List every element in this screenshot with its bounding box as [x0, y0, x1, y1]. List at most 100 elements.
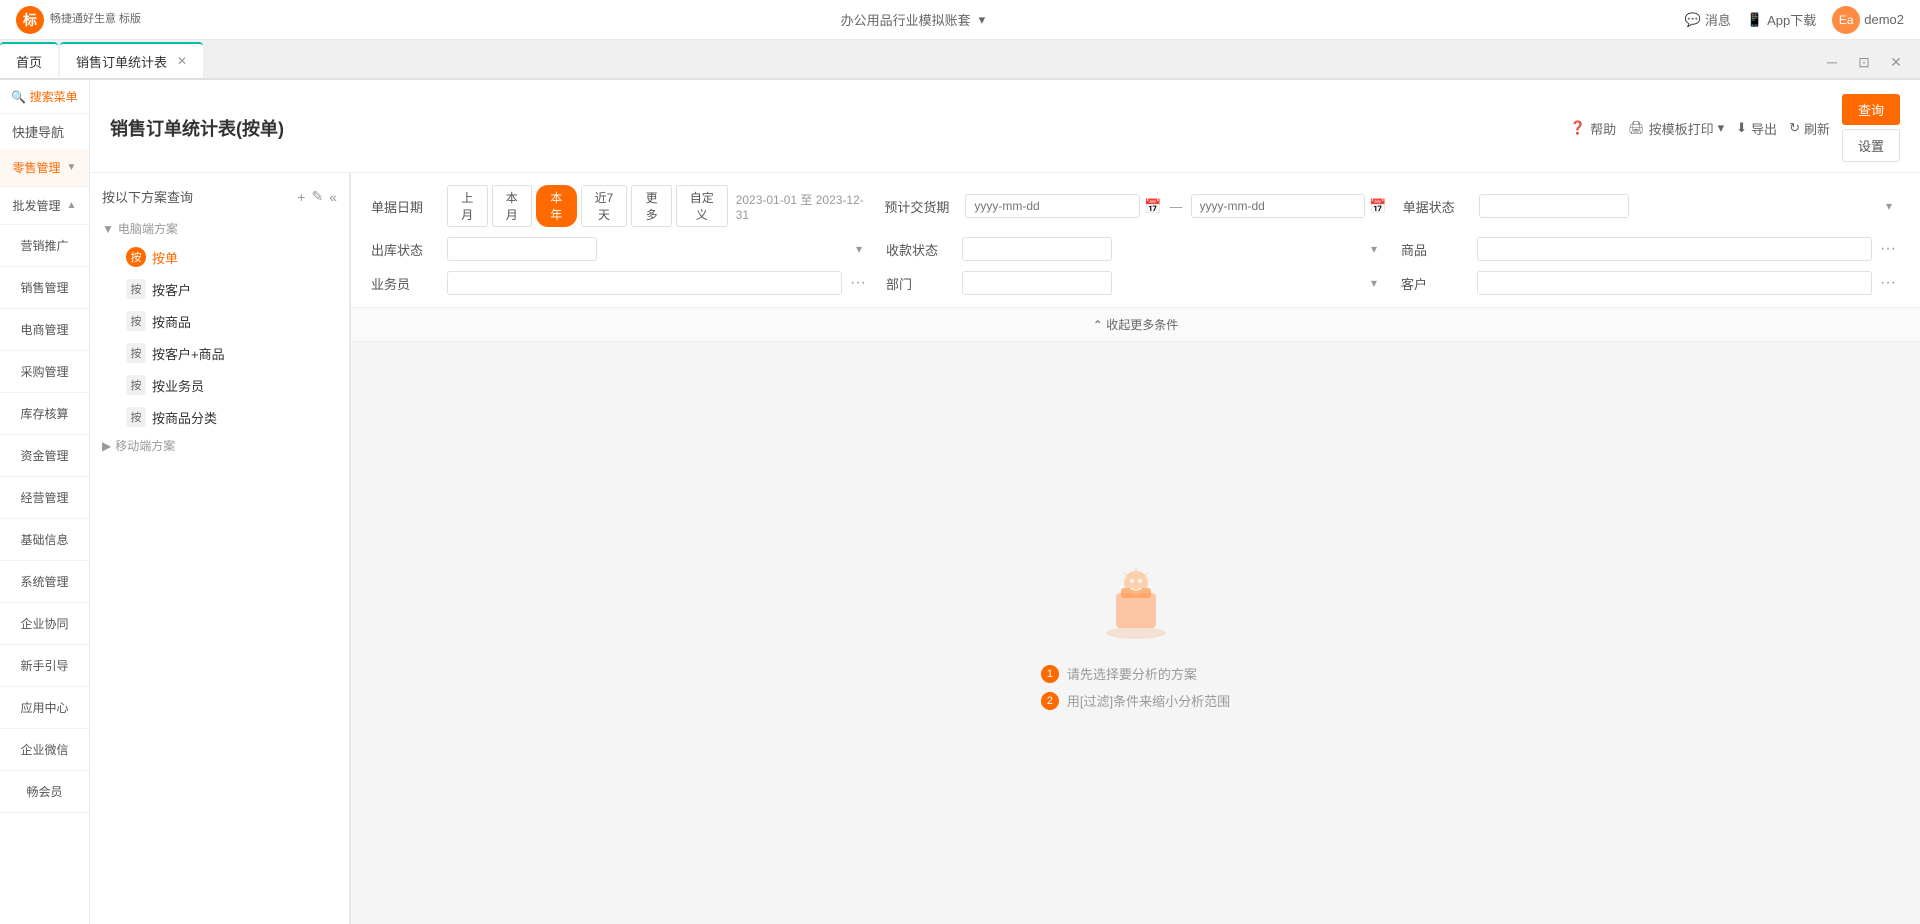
sidebar-item-wholesale[interactable]: 批发管理 ▲ — [0, 187, 89, 225]
calendar-end-icon[interactable]: 📅 — [1369, 198, 1386, 215]
goods-input[interactable] — [1477, 237, 1872, 261]
help-button[interactable]: ❓ 帮助 — [1570, 119, 1616, 138]
user-name: demo2 — [1864, 12, 1904, 27]
message-label: 消息 — [1705, 10, 1731, 29]
sidebar-newbie-label: 新手引导 — [20, 657, 68, 674]
date-button-group: 上月 本月 本年 近7天 更多 自定义 2023-01-01 至 2023-12… — [447, 185, 868, 227]
scheme-by-order-icon: 按 — [126, 247, 146, 267]
collapse-bar[interactable]: ⌃ 收起更多条件 — [351, 308, 1920, 342]
sidebar-retail-arrow: ▼ — [67, 162, 77, 173]
scheme-by-customer[interactable]: 按 按客户 — [114, 273, 349, 305]
scheme-by-customer-goods-label: 按客户+商品 — [152, 344, 225, 363]
date-btn-this-month[interactable]: 本月 — [492, 185, 533, 227]
salesperson-more-icon[interactable]: ··· — [846, 274, 870, 292]
date-btn-more[interactable]: 更多 — [631, 185, 672, 227]
query-button[interactable]: 查询 — [1842, 94, 1900, 125]
calendar-start-icon[interactable]: 📅 — [1144, 198, 1161, 215]
sidebar-item-corp-wechat[interactable]: 企业微信 — [0, 729, 89, 771]
empty-illustration — [1086, 548, 1186, 648]
document-status-label: 单据状态 — [1403, 197, 1463, 216]
sidebar-item-sales[interactable]: 销售管理 — [0, 267, 89, 309]
tab-sales-order-stats[interactable]: 销售订单统计表 ✕ — [60, 42, 203, 78]
scheme-by-goods-category[interactable]: 按 按商品分类 — [114, 401, 349, 433]
document-status-select-wrapper — [1479, 194, 1900, 218]
document-status-select[interactable] — [1479, 194, 1629, 218]
refresh-button[interactable]: ↻ 刷新 — [1789, 119, 1830, 138]
export-button[interactable]: ⬇ 导出 — [1736, 119, 1777, 138]
expected-delivery-start-input[interactable] — [965, 194, 1140, 218]
date-btn-this-year[interactable]: 本年 — [536, 185, 577, 227]
date-range-text: 2023-01-01 至 2023-12-31 — [736, 191, 869, 222]
message-button[interactable]: 💬 消息 — [1685, 10, 1731, 29]
goods-label: 商品 — [1401, 240, 1461, 259]
app-download-button[interactable]: 📱 App下载 — [1747, 10, 1816, 29]
edit-scheme-icon[interactable]: ✎ — [311, 188, 323, 205]
top-bar-center[interactable]: 办公用品行业模拟账套 ▾ — [841, 10, 986, 29]
delivery-status-label: 出库状态 — [371, 240, 431, 259]
scheme-by-order[interactable]: 按 按单 — [114, 241, 349, 273]
refresh-icon: ↻ — [1789, 120, 1800, 136]
expected-delivery-group: 📅 — 📅 — [965, 194, 1386, 218]
empty-steps: 1 请先选择要分析的方案 2 用[过滤]条件来缩小分析范围 — [1041, 664, 1230, 718]
collapse-panel-icon[interactable]: « — [329, 189, 337, 205]
goods-more-icon[interactable]: ··· — [1876, 240, 1900, 258]
sidebar-corp-wechat-label: 企业微信 — [20, 741, 68, 758]
filter-panel: 单据日期 上月 本月 本年 近7天 更多 自定义 2023-01-01 至 20… — [351, 173, 1920, 308]
close-window-button[interactable]: ✕ — [1884, 50, 1908, 74]
left-panel-header: 按以下方案查询 + ✎ « — [90, 181, 349, 212]
main-layout: 🔍 搜索菜单 快捷导航 零售管理 ▼ 批发管理 ▲ 营销推广 销售管理 电商管理… — [0, 80, 1920, 924]
scheme-by-goods[interactable]: 按 按商品 — [114, 305, 349, 337]
date-btn-last-month[interactable]: 上月 — [447, 185, 488, 227]
sidebar-item-basic[interactable]: 基础信息 — [0, 519, 89, 561]
department-select[interactable] — [962, 271, 1112, 295]
scheme-by-salesperson[interactable]: 按 按业务员 — [114, 369, 349, 401]
customer-input[interactable] — [1477, 271, 1872, 295]
template-print-button[interactable]: 🖨 按模板打印 ▾ — [1628, 119, 1724, 138]
scheme-by-customer-goods[interactable]: 按 按客户+商品 — [114, 337, 349, 369]
delivery-status-select[interactable] — [447, 237, 597, 261]
sidebar-enterprise-label: 企业协同 — [20, 615, 68, 632]
tab-home[interactable]: 首页 — [0, 42, 58, 78]
salesperson-input[interactable] — [447, 271, 842, 295]
maximize-button[interactable]: ⊡ — [1852, 50, 1876, 74]
expected-delivery-end-input[interactable] — [1191, 194, 1366, 218]
scheme-by-goods-icon: 按 — [126, 311, 146, 331]
template-print-dropdown-icon[interactable]: ▾ — [1718, 120, 1725, 136]
company-dropdown-icon[interactable]: ▾ — [979, 12, 986, 28]
sidebar-search[interactable]: 🔍 搜索菜单 — [0, 80, 89, 114]
sidebar-basic-label: 基础信息 — [20, 531, 68, 548]
department-select-wrapper — [962, 271, 1385, 295]
date-btn-custom[interactable]: 自定义 — [676, 185, 728, 227]
add-scheme-icon[interactable]: + — [297, 189, 305, 205]
mobile-scheme-section[interactable]: ▶ 移动端方案 — [90, 433, 349, 458]
empty-step-1: 1 请先选择要分析的方案 — [1041, 664, 1230, 683]
sidebar-item-member[interactable]: 畅会员 — [0, 771, 89, 813]
date-btn-last-7-days[interactable]: 近7天 — [581, 185, 628, 227]
pc-scheme-label: 电脑端方案 — [118, 220, 178, 237]
sidebar-item-ecommerce[interactable]: 电商管理 — [0, 309, 89, 351]
sidebar-item-app-center[interactable]: 应用中心 — [0, 687, 89, 729]
customer-more-icon[interactable]: ··· — [1876, 274, 1900, 292]
settings-button[interactable]: 设置 — [1842, 129, 1900, 162]
payment-status-select[interactable] — [962, 237, 1112, 261]
sidebar: 🔍 搜索菜单 快捷导航 零售管理 ▼ 批发管理 ▲ 营销推广 销售管理 电商管理… — [0, 80, 90, 924]
sidebar-item-enterprise[interactable]: 企业协同 — [0, 603, 89, 645]
top-bar-right: 💬 消息 📱 App下载 Ea demo2 — [1685, 6, 1904, 34]
filter-row-1: 单据日期 上月 本月 本年 近7天 更多 自定义 2023-01-01 至 20… — [371, 185, 1900, 227]
tab-close-icon[interactable]: ✕ — [177, 54, 187, 68]
sidebar-item-newbie[interactable]: 新手引导 — [0, 645, 89, 687]
pc-scheme-section[interactable]: ▼ 电脑端方案 — [90, 216, 349, 241]
filter-row-2: 出库状态 收款状态 商品 — [371, 237, 1900, 261]
minimize-button[interactable]: ─ — [1820, 50, 1844, 74]
sidebar-item-quick-nav[interactable]: 快捷导航 — [0, 114, 89, 149]
sidebar-item-system[interactable]: 系统管理 — [0, 561, 89, 603]
sidebar-item-retail[interactable]: 零售管理 ▼ — [0, 149, 89, 187]
sidebar-item-purchase[interactable]: 采购管理 — [0, 351, 89, 393]
sidebar-item-marketing[interactable]: 营销推广 — [0, 225, 89, 267]
pc-scheme-arrow: ▼ — [102, 222, 114, 236]
user-menu[interactable]: Ea demo2 — [1832, 6, 1904, 34]
sidebar-item-operations[interactable]: 经营管理 — [0, 477, 89, 519]
sidebar-item-finance[interactable]: 资金管理 — [0, 435, 89, 477]
sidebar-item-inventory[interactable]: 库存核算 — [0, 393, 89, 435]
app-download-label: App下载 — [1767, 10, 1816, 29]
